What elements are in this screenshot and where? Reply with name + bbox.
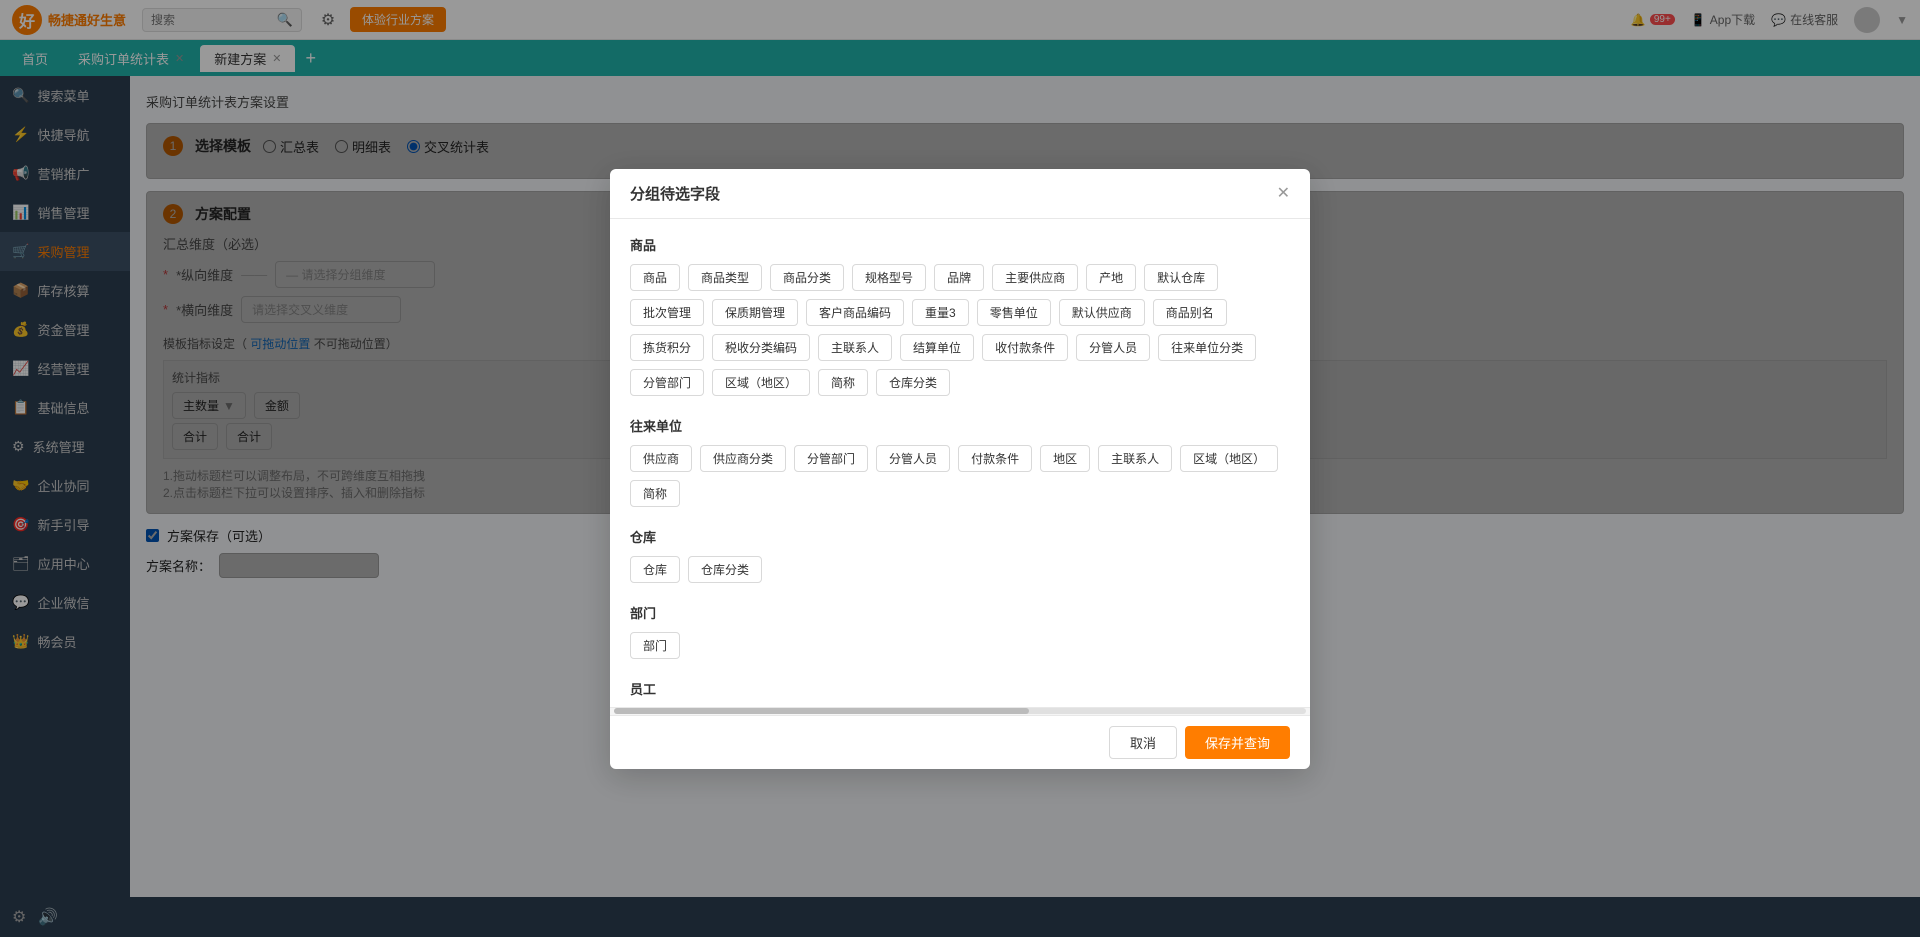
field-tag-0-6[interactable]: 产地 [1086, 264, 1136, 291]
field-tag-0-16[interactable]: 税收分类编码 [712, 334, 810, 361]
field-section-2: 仓库仓库仓库分类 [630, 527, 1290, 583]
field-tag-1-6[interactable]: 主联系人 [1098, 445, 1172, 472]
field-tag-0-11[interactable]: 重量3 [912, 299, 969, 326]
field-section-title-0: 商品 [630, 235, 1290, 254]
field-tag-0-21[interactable]: 往来单位分类 [1158, 334, 1256, 361]
field-tag-0-2[interactable]: 商品分类 [770, 264, 844, 291]
field-tag-0-0[interactable]: 商品 [630, 264, 680, 291]
field-tag-0-4[interactable]: 品牌 [934, 264, 984, 291]
field-grid-0: 商品商品类型商品分类规格型号品牌主要供应商产地默认仓库批次管理保质期管理客户商品… [630, 264, 1290, 396]
field-tag-0-25[interactable]: 仓库分类 [876, 369, 950, 396]
field-tag-0-19[interactable]: 收付款条件 [982, 334, 1068, 361]
field-tag-0-12[interactable]: 零售单位 [977, 299, 1051, 326]
dialog-header: 分组待选字段 ✕ [610, 169, 1310, 219]
field-grid-2: 仓库仓库分类 [630, 556, 1290, 583]
field-section-0: 商品商品商品类型商品分类规格型号品牌主要供应商产地默认仓库批次管理保质期管理客户… [630, 235, 1290, 396]
field-section-4: 员工业务员 [630, 679, 1290, 708]
dialog-footer: 取消 保存并查询 [610, 715, 1310, 769]
dialog-body[interactable]: 商品商品商品类型商品分类规格型号品牌主要供应商产地默认仓库批次管理保质期管理客户… [610, 219, 1310, 708]
field-tag-0-22[interactable]: 分管部门 [630, 369, 704, 396]
field-tag-1-1[interactable]: 供应商分类 [700, 445, 786, 472]
field-tag-0-20[interactable]: 分管人员 [1076, 334, 1150, 361]
field-tag-0-14[interactable]: 商品别名 [1153, 299, 1227, 326]
field-tag-0-7[interactable]: 默认仓库 [1144, 264, 1218, 291]
field-tag-0-8[interactable]: 批次管理 [630, 299, 704, 326]
dialog-title: 分组待选字段 [630, 183, 720, 204]
field-tag-0-15[interactable]: 拣货积分 [630, 334, 704, 361]
field-section-title-3: 部门 [630, 603, 1290, 622]
field-tag-0-10[interactable]: 客户商品编码 [806, 299, 904, 326]
dialog-overlay: 分组待选字段 ✕ 商品商品商品类型商品分类规格型号品牌主要供应商产地默认仓库批次… [0, 0, 1920, 937]
field-selection-dialog: 分组待选字段 ✕ 商品商品商品类型商品分类规格型号品牌主要供应商产地默认仓库批次… [610, 169, 1310, 769]
field-grid-3: 部门 [630, 632, 1290, 659]
scroll-thumb [614, 708, 1029, 714]
cancel-button[interactable]: 取消 [1109, 726, 1177, 759]
scroll-track [614, 708, 1306, 714]
field-tag-0-5[interactable]: 主要供应商 [992, 264, 1078, 291]
field-tag-0-13[interactable]: 默认供应商 [1059, 299, 1145, 326]
field-tag-2-1[interactable]: 仓库分类 [688, 556, 762, 583]
field-tag-0-24[interactable]: 简称 [818, 369, 868, 396]
field-tag-1-5[interactable]: 地区 [1040, 445, 1090, 472]
field-tag-2-0[interactable]: 仓库 [630, 556, 680, 583]
field-tag-0-9[interactable]: 保质期管理 [712, 299, 798, 326]
field-tag-0-17[interactable]: 主联系人 [818, 334, 892, 361]
field-tag-1-7[interactable]: 区域（地区） [1180, 445, 1278, 472]
field-section-title-1: 往来单位 [630, 416, 1290, 435]
field-section-1: 往来单位供应商供应商分类分管部门分管人员付款条件地区主联系人区域（地区） 简称 [630, 416, 1290, 507]
field-tag-1-3[interactable]: 分管人员 [876, 445, 950, 472]
field-section-title-2: 仓库 [630, 527, 1290, 546]
dialog-close-icon[interactable]: ✕ [1277, 183, 1290, 203]
field-tag-0-3[interactable]: 规格型号 [852, 264, 926, 291]
field-section-3: 部门部门 [630, 603, 1290, 659]
field-tag-0-23[interactable]: 区域（地区） [712, 369, 810, 396]
field-tag-3-0[interactable]: 部门 [630, 632, 680, 659]
save-query-button[interactable]: 保存并查询 [1185, 726, 1290, 759]
field-tag-1-0[interactable]: 供应商 [630, 445, 692, 472]
horizontal-scrollbar[interactable] [610, 707, 1310, 714]
field-tag-0-18[interactable]: 结算单位 [900, 334, 974, 361]
field-tag-1-4[interactable]: 付款条件 [958, 445, 1032, 472]
field-grid-1: 供应商供应商分类分管部门分管人员付款条件地区主联系人区域（地区） 简称 [630, 445, 1290, 507]
field-tag-0-1[interactable]: 商品类型 [688, 264, 762, 291]
field-tag-1-8[interactable]: 简称 [630, 480, 680, 507]
field-tag-1-2[interactable]: 分管部门 [794, 445, 868, 472]
field-section-title-4: 员工 [630, 679, 1290, 698]
